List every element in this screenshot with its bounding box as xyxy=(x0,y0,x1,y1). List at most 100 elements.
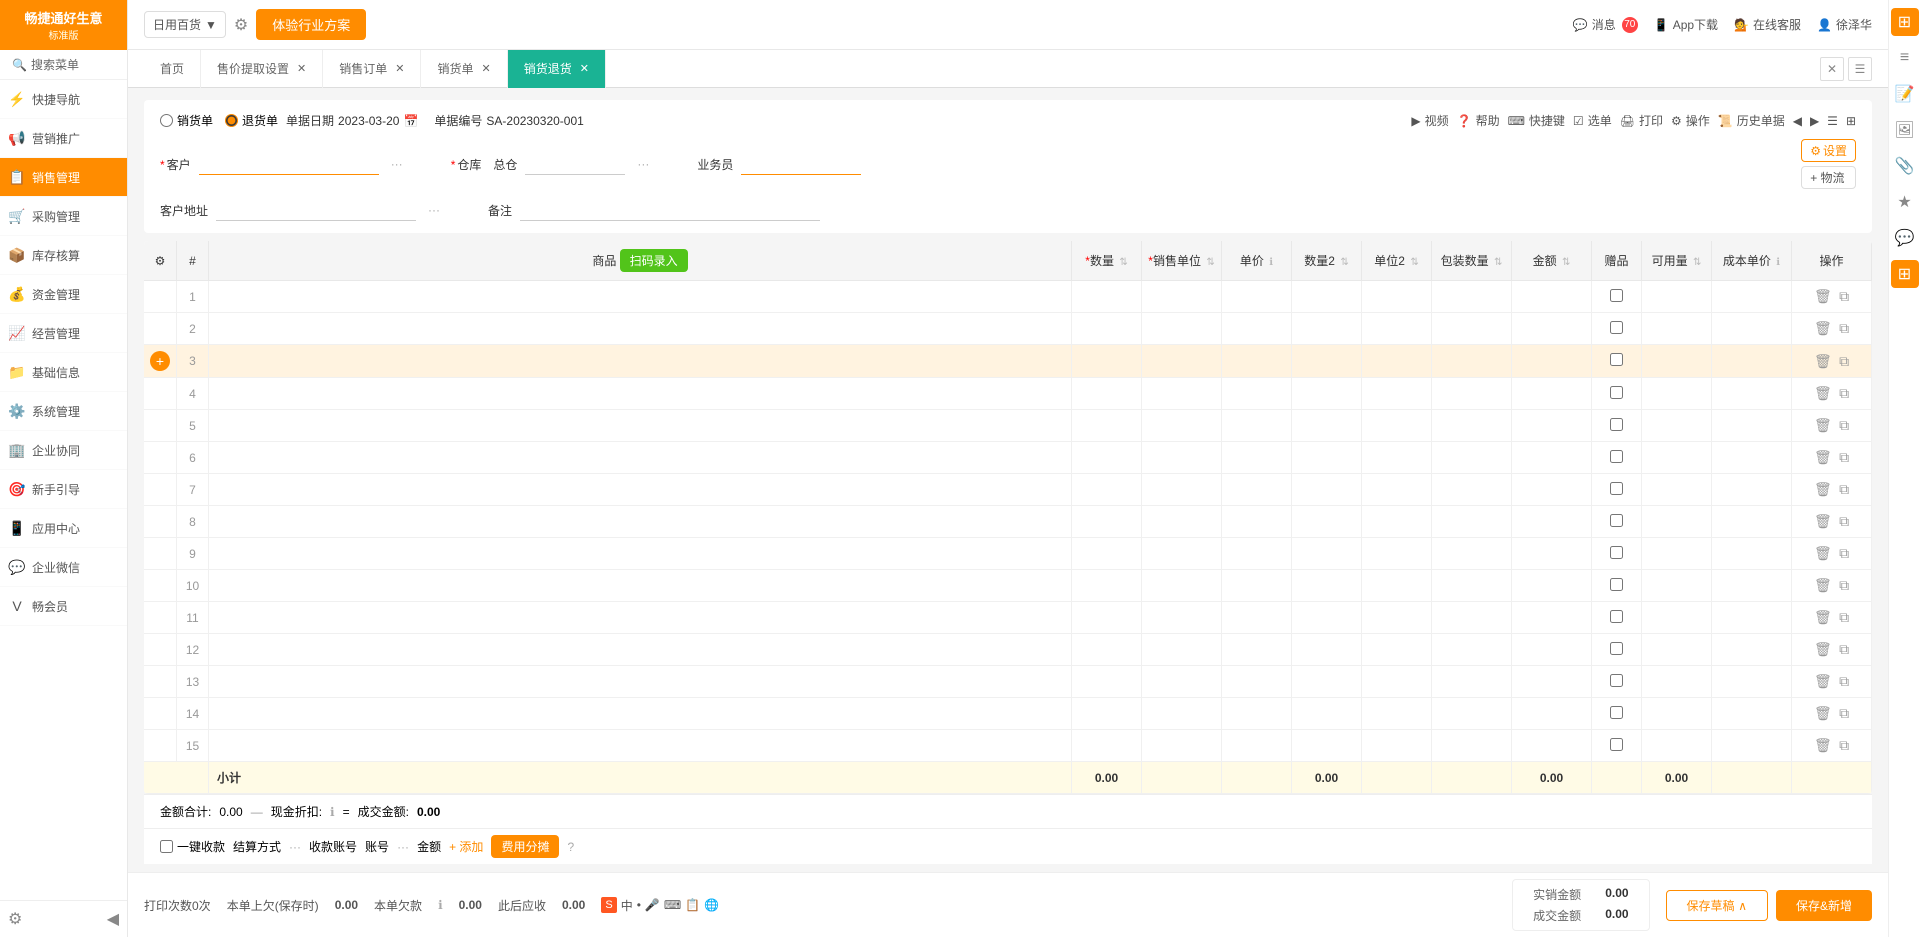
delete-row-btn[interactable]: 🗑 xyxy=(1812,545,1834,562)
row-price-cell[interactable] xyxy=(1222,474,1292,506)
row-amount-cell[interactable] xyxy=(1512,538,1592,570)
row-cost-cell[interactable] xyxy=(1712,313,1792,345)
row-unit-cell[interactable] xyxy=(1142,698,1222,730)
row-product-cell[interactable] xyxy=(209,313,1072,345)
row-gift-cell[interactable] xyxy=(1592,442,1642,474)
row-cost-cell[interactable] xyxy=(1712,474,1792,506)
tab-home[interactable]: 首页 xyxy=(144,50,201,88)
row-qty2-cell[interactable] xyxy=(1292,410,1362,442)
sidebar-item-system[interactable]: ⚙️ 系统管理 xyxy=(0,392,127,431)
row-qty2-cell[interactable] xyxy=(1292,666,1362,698)
row-avail-cell[interactable] xyxy=(1642,410,1712,442)
row-product-cell[interactable] xyxy=(209,345,1072,378)
row-price-cell[interactable] xyxy=(1222,378,1292,410)
row-gear-cell[interactable] xyxy=(144,442,177,474)
row-pkg-cell[interactable] xyxy=(1432,730,1512,762)
row-gift-cell[interactable] xyxy=(1592,345,1642,378)
row-gift-cell[interactable] xyxy=(1592,474,1642,506)
row-product-cell[interactable] xyxy=(209,506,1072,538)
row-price-cell[interactable] xyxy=(1222,730,1292,762)
staff-input[interactable] xyxy=(741,153,861,175)
row-gift-cell[interactable] xyxy=(1592,313,1642,345)
row-unit-cell[interactable] xyxy=(1142,281,1222,313)
row-amount-cell[interactable] xyxy=(1512,506,1592,538)
scan-btn[interactable]: 扫码录入 xyxy=(620,249,688,272)
row-qty-cell[interactable] xyxy=(1072,698,1142,730)
row-gift-cell[interactable] xyxy=(1592,602,1642,634)
row-unit2-cell[interactable] xyxy=(1362,666,1432,698)
row-unit-cell[interactable] xyxy=(1142,506,1222,538)
row-product-cell[interactable] xyxy=(209,666,1072,698)
gift-checkbox[interactable] xyxy=(1610,321,1623,334)
row-pkg-cell[interactable] xyxy=(1432,506,1512,538)
address-dots[interactable]: ··· xyxy=(428,203,440,217)
row-qty-cell[interactable] xyxy=(1072,345,1142,378)
address-input[interactable] xyxy=(216,199,416,221)
row-product-cell[interactable] xyxy=(209,442,1072,474)
row-qty2-cell[interactable] xyxy=(1292,634,1362,666)
row-qty-cell[interactable] xyxy=(1072,410,1142,442)
row-price-cell[interactable] xyxy=(1222,410,1292,442)
customer-dots[interactable]: ··· xyxy=(391,157,403,171)
amount-sort-icon[interactable]: ⇅ xyxy=(1562,257,1570,268)
row-gear-cell[interactable] xyxy=(144,506,177,538)
row-gear-cell[interactable] xyxy=(144,602,177,634)
row-pkg-cell[interactable] xyxy=(1432,474,1512,506)
gift-checkbox[interactable] xyxy=(1610,482,1623,495)
row-price-cell[interactable] xyxy=(1222,634,1292,666)
delete-row-btn[interactable]: 🗑 xyxy=(1812,737,1834,754)
row-pkg-cell[interactable] xyxy=(1432,698,1512,730)
row-qty2-cell[interactable] xyxy=(1292,506,1362,538)
industry-select[interactable]: 日用百货 ▼ xyxy=(144,11,226,38)
delete-row-btn[interactable]: 🗑 xyxy=(1812,481,1834,498)
copy-row-btn[interactable]: ⧉ xyxy=(1837,481,1851,498)
row-gift-cell[interactable] xyxy=(1592,410,1642,442)
row-avail-cell[interactable] xyxy=(1642,602,1712,634)
copy-row-btn[interactable]: ⧉ xyxy=(1837,545,1851,562)
tab-sales-order-close[interactable]: ✕ xyxy=(395,62,404,75)
gift-checkbox[interactable] xyxy=(1610,738,1623,751)
collapse-icon[interactable]: ◀ xyxy=(107,909,119,929)
copy-row-btn[interactable]: ⧉ xyxy=(1837,577,1851,594)
row-avail-cell[interactable] xyxy=(1642,313,1712,345)
radio-sales-input[interactable] xyxy=(160,114,173,127)
row-gear-cell[interactable] xyxy=(144,281,177,313)
row-avail-cell[interactable] xyxy=(1642,666,1712,698)
row-pkg-cell[interactable] xyxy=(1432,345,1512,378)
row-product-cell[interactable] xyxy=(209,570,1072,602)
sidebar-item-enterprise[interactable]: 🏢 企业协同 xyxy=(0,431,127,470)
sidebar-item-search[interactable]: 🔍 搜索菜单 xyxy=(0,50,127,80)
row-unit2-cell[interactable] xyxy=(1362,506,1432,538)
customer-input[interactable] xyxy=(199,153,379,175)
gift-checkbox[interactable] xyxy=(1610,546,1623,559)
right-panel-attach-icon[interactable]: 📎 xyxy=(1891,152,1919,180)
delete-row-btn[interactable]: 🗑 xyxy=(1812,449,1834,466)
discount-help-icon[interactable]: ℹ xyxy=(330,805,335,819)
calendar-icon[interactable]: 📅 xyxy=(403,114,418,128)
copy-row-btn[interactable]: ⧉ xyxy=(1837,320,1851,337)
row-pkg-cell[interactable] xyxy=(1432,378,1512,410)
row-unit-cell[interactable] xyxy=(1142,634,1222,666)
row-gear-cell[interactable]: + xyxy=(144,345,177,378)
warehouse-input[interactable] xyxy=(525,153,625,175)
delete-row-btn[interactable]: 🗑 xyxy=(1812,609,1834,626)
row-price-cell[interactable] xyxy=(1222,281,1292,313)
row-avail-cell[interactable] xyxy=(1642,538,1712,570)
gift-checkbox[interactable] xyxy=(1610,514,1623,527)
row-unit-cell[interactable] xyxy=(1142,442,1222,474)
right-panel-orange-icon[interactable]: ⊞ xyxy=(1891,260,1919,288)
account-dots[interactable]: ··· xyxy=(397,840,409,854)
right-panel-star-icon[interactable]: ★ xyxy=(1891,188,1919,216)
fee-help-icon[interactable]: ? xyxy=(567,840,574,854)
row-unit2-cell[interactable] xyxy=(1362,345,1432,378)
row-qty-cell[interactable] xyxy=(1072,313,1142,345)
row-gear-cell[interactable] xyxy=(144,410,177,442)
row-cost-cell[interactable] xyxy=(1712,345,1792,378)
row-unit2-cell[interactable] xyxy=(1362,698,1432,730)
radio-sales-label[interactable]: 销货单 xyxy=(160,112,213,129)
copy-row-btn[interactable]: ⧉ xyxy=(1837,673,1851,690)
one-click-checkbox[interactable] xyxy=(160,840,173,853)
tab-menu-btn[interactable]: ☰ xyxy=(1848,57,1872,81)
row-unit-cell[interactable] xyxy=(1142,474,1222,506)
right-panel-note-icon[interactable]: 📝 xyxy=(1891,80,1919,108)
